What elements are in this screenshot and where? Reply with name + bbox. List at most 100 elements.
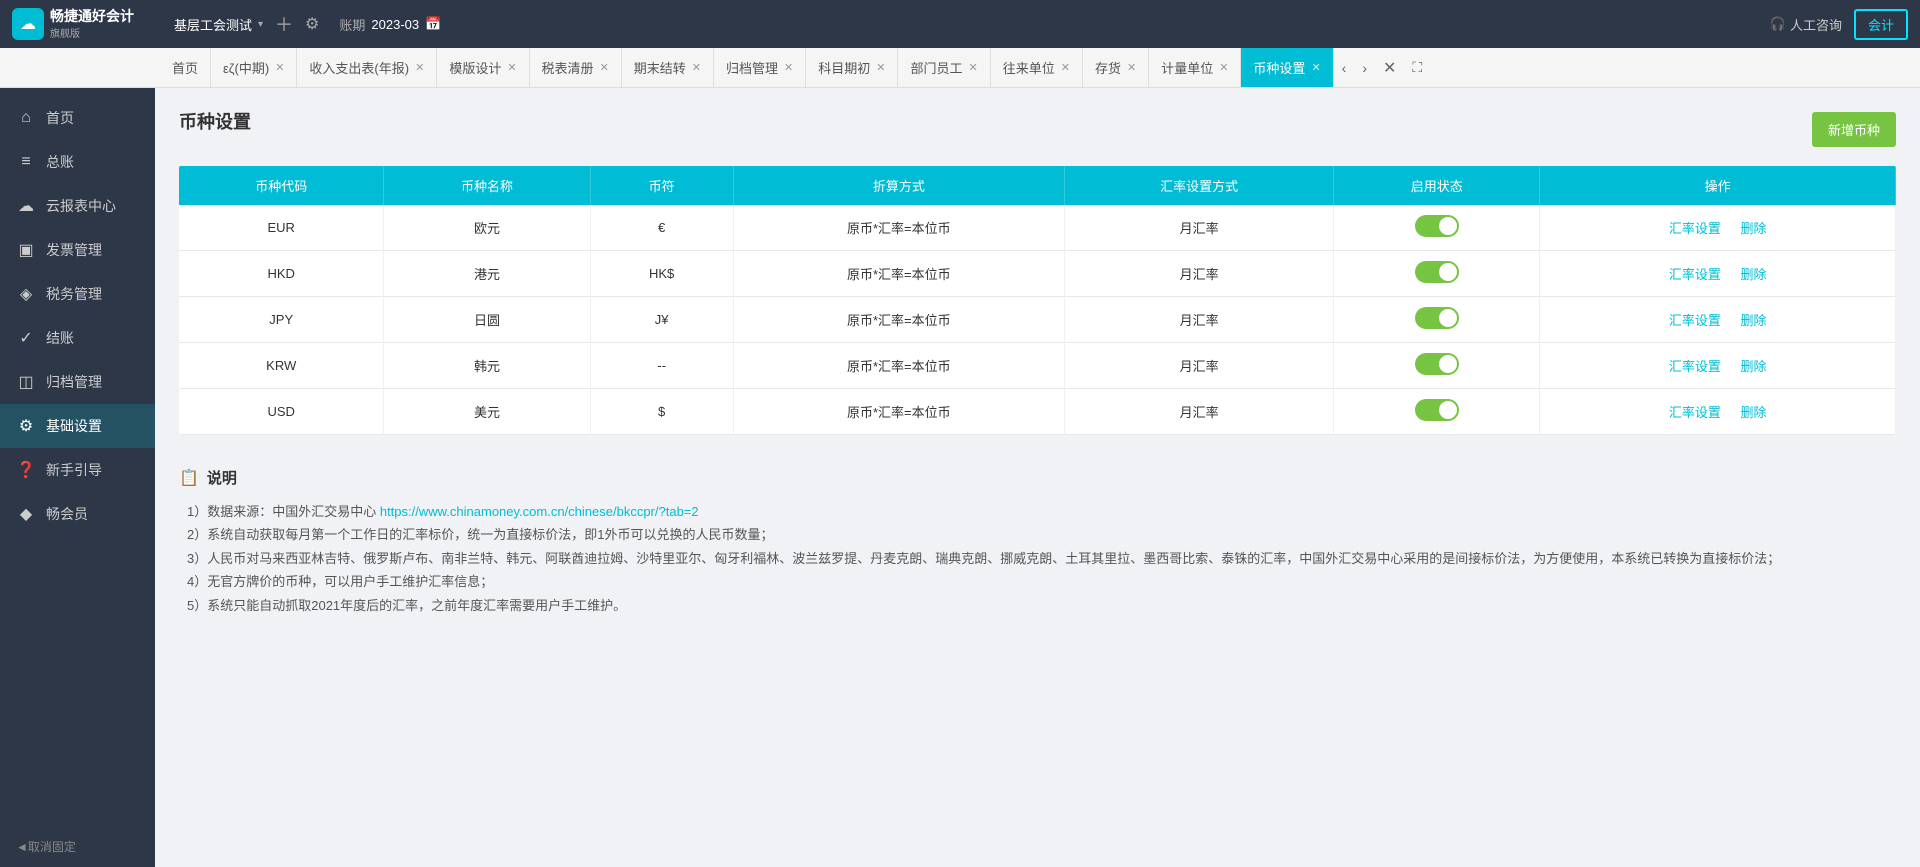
tab-expand-button[interactable]: ⛶ xyxy=(1404,48,1430,88)
tab-period-end-label: 期末结转 xyxy=(634,58,686,77)
rate-setting-link[interactable]: 汇率设置 xyxy=(1669,313,1721,328)
settle-icon: ✓ xyxy=(16,328,36,348)
cell-status xyxy=(1334,205,1540,251)
tab-template-close[interactable]: ✕ xyxy=(507,61,516,74)
cell-actions: 汇率设置 删除 xyxy=(1540,343,1896,389)
sidebar-item-reports[interactable]: ☁ 云报表中心 xyxy=(0,184,155,228)
col-status: 启用状态 xyxy=(1334,166,1540,205)
toggle-knob xyxy=(1439,401,1457,419)
toggle-enabled[interactable] xyxy=(1415,399,1459,421)
note-item: 2）系统自动获取每月第一个工作日的汇率标价，统一为直接标价法，即1外币可以兑换的… xyxy=(179,523,1896,546)
tab-contacts-close[interactable]: ✕ xyxy=(1061,61,1070,74)
sidebar-item-invoice[interactable]: ▣ 发票管理 xyxy=(0,228,155,272)
sidebar-item-settle[interactable]: ✓ 结账 xyxy=(0,316,155,360)
tax-icon: ◈ xyxy=(16,284,36,304)
tab-subject-init[interactable]: 科目期初 ✕ xyxy=(806,48,898,88)
tab-template-label: 模版设计 xyxy=(449,58,501,77)
tab-archive-close[interactable]: ✕ xyxy=(784,61,793,74)
currency-data-table: 币种代码 币种名称 币符 折算方式 汇率设置方式 启用状态 操作 EUR 欧元 … xyxy=(179,166,1896,435)
account-button[interactable]: 会计 xyxy=(1854,9,1908,40)
rate-setting-link[interactable]: 汇率设置 xyxy=(1669,221,1721,236)
tab-contacts[interactable]: 往来单位 ✕ xyxy=(991,48,1083,88)
rate-setting-link[interactable]: 汇率设置 xyxy=(1669,405,1721,420)
add-company-button[interactable]: ＋ xyxy=(275,11,293,37)
table-row: HKD 港元 HK$ 原币*汇率=本位币 月汇率 汇率设置 删除 xyxy=(179,251,1896,297)
tab-template[interactable]: 模版设计 ✕ xyxy=(437,48,529,88)
pin-label: ◄取消固定 xyxy=(16,838,76,855)
delete-link[interactable]: 删除 xyxy=(1740,267,1766,282)
sidebar-item-tax[interactable]: ◈ 税务管理 xyxy=(0,272,155,316)
sidebar-item-invoice-label: 发票管理 xyxy=(46,240,102,260)
tab-nav-prev[interactable]: ‹ xyxy=(1334,48,1355,88)
table-row: KRW 韩元 -- 原币*汇率=本位币 月汇率 汇率设置 删除 xyxy=(179,343,1896,389)
sidebar-item-ledger[interactable]: ≡ 总账 xyxy=(0,140,155,184)
sidebar-pin-button[interactable]: ◄取消固定 xyxy=(0,826,155,867)
tab-currency[interactable]: 币种设置 ✕ xyxy=(1241,48,1333,88)
company-selector[interactable]: 基层工会测试 ▾ xyxy=(174,15,263,34)
sidebar-item-settings[interactable]: ⚙ 基础设置 xyxy=(0,404,155,448)
toggle-enabled[interactable] xyxy=(1415,215,1459,237)
toggle-enabled[interactable] xyxy=(1415,307,1459,329)
tab-midterm[interactable]: εζ(中期) ✕ xyxy=(211,48,297,88)
rate-setting-link[interactable]: 汇率设置 xyxy=(1669,359,1721,374)
tab-income-close[interactable]: ✕ xyxy=(415,61,424,74)
tab-midterm-close[interactable]: ✕ xyxy=(275,61,284,74)
tab-close-all[interactable]: ✕ xyxy=(1375,48,1404,88)
tab-period-end[interactable]: 期末结转 ✕ xyxy=(622,48,714,88)
tab-tax[interactable]: 税表清册 ✕ xyxy=(530,48,622,88)
rate-setting-link[interactable]: 汇率设置 xyxy=(1669,267,1721,282)
new-currency-button[interactable]: 新增币种 xyxy=(1812,112,1896,147)
tab-currency-close[interactable]: ✕ xyxy=(1311,61,1320,74)
sidebar-item-guide-label: 新手引导 xyxy=(46,460,102,480)
cell-rate-type: 月汇率 xyxy=(1065,343,1334,389)
table-header-row: 币种代码 币种名称 币符 折算方式 汇率设置方式 启用状态 操作 xyxy=(179,166,1896,205)
support-button[interactable]: 🎧 人工咨询 xyxy=(1770,15,1842,34)
col-rate-type: 汇率设置方式 xyxy=(1065,166,1334,205)
currency-table: 币种代码 币种名称 币符 折算方式 汇率设置方式 启用状态 操作 EUR 欧元 … xyxy=(179,166,1896,435)
delete-link[interactable]: 删除 xyxy=(1740,221,1766,236)
tab-inventory-close[interactable]: ✕ xyxy=(1127,61,1136,74)
tab-midterm-label: εζ(中期) xyxy=(223,58,269,77)
toggle-enabled[interactable] xyxy=(1415,261,1459,283)
sidebar-item-archive[interactable]: ◫ 归档管理 xyxy=(0,360,155,404)
tab-department-close[interactable]: ✕ xyxy=(969,61,978,74)
tab-tax-close[interactable]: ✕ xyxy=(600,61,609,74)
cell-status xyxy=(1334,343,1540,389)
cell-symbol: $ xyxy=(590,389,733,435)
sidebar-item-member[interactable]: ◆ 畅会员 xyxy=(0,492,155,536)
delete-link[interactable]: 删除 xyxy=(1740,359,1766,374)
settings-icon[interactable]: ⚙ xyxy=(305,14,319,34)
delete-link[interactable]: 删除 xyxy=(1740,405,1766,420)
tab-home[interactable]: 首页 xyxy=(160,48,211,88)
sidebar-item-home[interactable]: ⌂ 首页 xyxy=(0,96,155,140)
col-name: 币种名称 xyxy=(384,166,590,205)
tab-subject-init-close[interactable]: ✕ xyxy=(876,61,885,74)
cell-rate-type: 月汇率 xyxy=(1065,389,1334,435)
tab-unit-close[interactable]: ✕ xyxy=(1219,61,1228,74)
calendar-icon[interactable]: 📅 xyxy=(425,16,441,32)
cell-code: KRW xyxy=(179,343,384,389)
tab-income[interactable]: 收入支出表(年报) ✕ xyxy=(297,48,437,88)
cell-status xyxy=(1334,389,1540,435)
toggle-knob xyxy=(1439,309,1457,327)
cell-name: 韩元 xyxy=(384,343,590,389)
logo-area: ☁ 畅捷通好会计 旗舰版 xyxy=(12,8,162,40)
tab-inventory[interactable]: 存货 ✕ xyxy=(1083,48,1149,88)
cell-name: 美元 xyxy=(384,389,590,435)
sidebar-item-guide[interactable]: ❓ 新手引导 xyxy=(0,448,155,492)
tab-archive[interactable]: 归档管理 ✕ xyxy=(714,48,806,88)
tab-nav-next[interactable]: › xyxy=(1354,48,1375,88)
notes-title: 📋 说明 xyxy=(179,467,1896,488)
delete-link[interactable]: 删除 xyxy=(1740,313,1766,328)
tab-department[interactable]: 部门员工 ✕ xyxy=(898,48,990,88)
tab-subject-init-label: 科目期初 xyxy=(818,58,870,77)
support-label: 人工咨询 xyxy=(1790,15,1842,34)
toggle-enabled[interactable] xyxy=(1415,353,1459,375)
cell-symbol: HK$ xyxy=(590,251,733,297)
tab-period-end-close[interactable]: ✕ xyxy=(692,61,701,74)
archive-icon: ◫ xyxy=(16,372,36,392)
home-icon: ⌂ xyxy=(16,109,36,127)
tab-unit[interactable]: 计量单位 ✕ xyxy=(1149,48,1241,88)
note-link[interactable]: https://www.chinamoney.com.cn/chinese/bk… xyxy=(380,504,699,519)
notes-heading: 说明 xyxy=(207,467,237,488)
